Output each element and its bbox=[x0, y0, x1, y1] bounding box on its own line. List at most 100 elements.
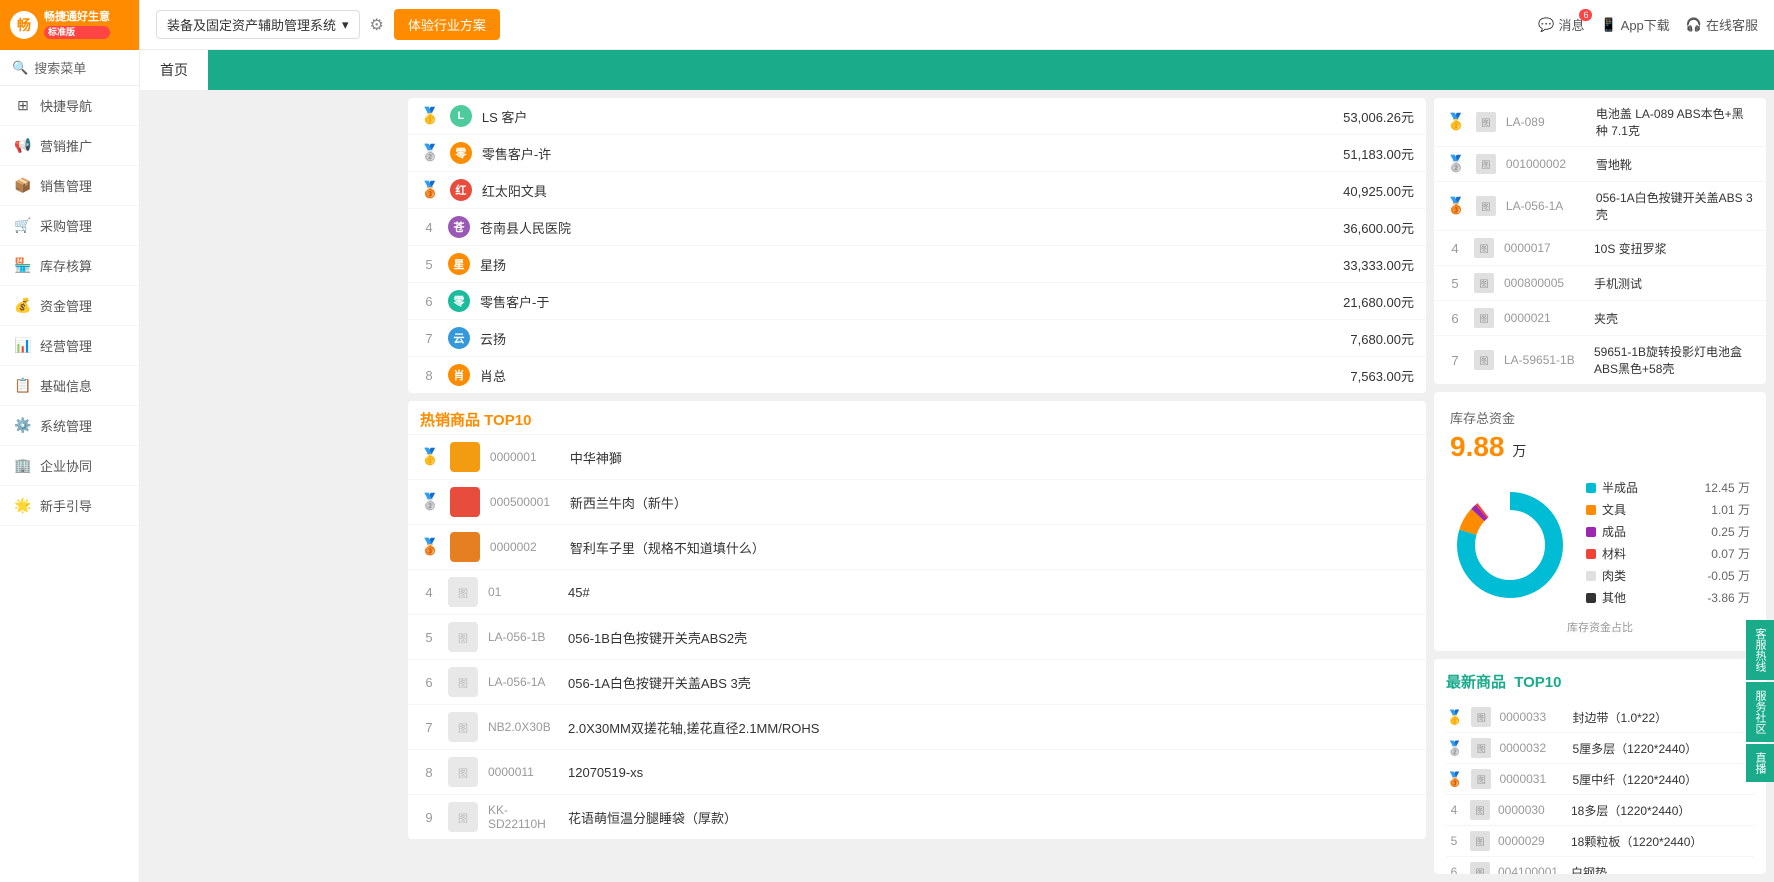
latest-product-row: 🥈图00000325厘多层（1220*2440） bbox=[1446, 733, 1754, 764]
product-name: 新西兰牛肉（新牛） bbox=[570, 493, 1414, 512]
sidebar-item-basic-info[interactable]: 📋 基础信息 bbox=[0, 366, 139, 406]
latest-products-card: 最新商品 TOP10 🥇图0000033封边带（1.0*22）🥈图0000032… bbox=[1434, 659, 1766, 874]
sales-ranking-card: 🥇LLS 客户53,006.26元🥈零零售客户-许51,183.00元🥉红红太阳… bbox=[408, 98, 1426, 393]
latest-product-code: 0000031 bbox=[1499, 772, 1564, 786]
sidebar-label-new-guide: 新手引导 bbox=[40, 496, 92, 515]
app-download-btn[interactable]: 📱 App下载 bbox=[1600, 15, 1669, 34]
latest-product-icon: 图 bbox=[1471, 769, 1491, 789]
latest-product-row: 5图000002918颗粒板（1220*2440） bbox=[1446, 826, 1754, 857]
online-service-btn[interactable]: 🎧 在线客服 bbox=[1686, 15, 1758, 34]
legend-color bbox=[1586, 571, 1596, 581]
rank-number: 4 bbox=[420, 220, 438, 235]
sidebar-item-operation[interactable]: 📊经营管理 bbox=[0, 326, 139, 366]
latest-product-name: 18颗粒板（1220*2440） bbox=[1571, 833, 1754, 850]
hot-product-right-row: 4图000001710S 变扭罗浆 bbox=[1434, 231, 1766, 266]
rank-number: 6 bbox=[420, 294, 438, 309]
lp-medal-2: 🥈 bbox=[1446, 740, 1463, 757]
latest-product-name: 18多层（1220*2440） bbox=[1571, 802, 1754, 819]
hot-rank-number: 8 bbox=[420, 765, 438, 780]
sidebar-item-new-guide[interactable]: 🌟新手引导 bbox=[0, 486, 139, 526]
rank-customer-name: 肖总 bbox=[480, 366, 1340, 385]
sidebar-item-sys-manage[interactable]: ⚙️系统管理 bbox=[0, 406, 139, 446]
latest-product-code: 004100001 bbox=[1498, 865, 1563, 874]
rank-customer-value: 7,680.00元 bbox=[1350, 329, 1414, 348]
product-code: 01 bbox=[488, 585, 558, 599]
sidebar-icon-purchase: 🛒 bbox=[14, 217, 32, 235]
legend-color bbox=[1586, 549, 1596, 559]
product-code: 000500001 bbox=[490, 495, 560, 509]
hot-rank-number: 9 bbox=[420, 810, 438, 825]
product-thumbnail: 图 bbox=[448, 577, 478, 607]
product-thumbnail: 图 bbox=[448, 622, 478, 652]
message-btn[interactable]: 💬 消息 6 bbox=[1538, 15, 1584, 34]
hr-product-code: LA-59651-1B bbox=[1504, 353, 1584, 367]
search-icon: 🔍 bbox=[12, 60, 28, 76]
product-code: LA-056-1B bbox=[488, 630, 558, 644]
notification-badge: 6 bbox=[1579, 9, 1592, 21]
product-name: 056-1B白色按键开关壳ABS2壳 bbox=[568, 628, 1414, 647]
sidebar-item-quick-nav[interactable]: ⊞快捷导航 bbox=[0, 86, 139, 126]
rank-customer-name: 零售客户-许 bbox=[482, 144, 1333, 163]
search-menu-label: 搜索菜单 bbox=[34, 58, 86, 77]
float-btn-客服热线[interactable]: 客服热线 bbox=[1746, 620, 1774, 680]
legend-label: 成品 bbox=[1602, 523, 1705, 540]
hr-product-code: 0000021 bbox=[1504, 311, 1584, 325]
legend-value: 1.01 万 bbox=[1711, 501, 1750, 518]
sidebar-label-marketing: 营销推广 bbox=[40, 136, 92, 155]
sidebar-label-purchase: 采购管理 bbox=[40, 216, 92, 235]
headset-icon: 🎧 bbox=[1686, 17, 1702, 33]
latest-product-icon: 图 bbox=[1470, 800, 1490, 820]
hr-product-code: 001000002 bbox=[1506, 157, 1586, 171]
product-thumbnail bbox=[450, 487, 480, 517]
sidebar-item-enterprise[interactable]: 🏢企业协同 bbox=[0, 446, 139, 486]
main-content: 装备及固定资产辅助管理系统 ▾ ⚙ 体验行业方案 💬 消息 6 📱 App下载 … bbox=[140, 0, 1774, 882]
trial-button[interactable]: 体验行业方案 bbox=[394, 9, 500, 40]
app-name: 畅捷通好生意 bbox=[44, 11, 110, 24]
hr-product-code: 0000017 bbox=[1504, 241, 1584, 255]
rank-customer-value: 21,680.00元 bbox=[1343, 292, 1414, 311]
product-icon: 图 bbox=[1474, 350, 1494, 370]
rank-badge: L bbox=[450, 105, 472, 127]
product-name: 花语萌恒温分腿睡袋（厚款） bbox=[568, 808, 1414, 827]
float-btn-直播[interactable]: 直播 bbox=[1746, 744, 1774, 782]
rank-badge: 红 bbox=[450, 179, 472, 201]
sidebar-icon-inventory: 🏪 bbox=[14, 257, 32, 275]
legend-item: 材料0.07 万 bbox=[1586, 545, 1750, 562]
sidebar-item-inventory[interactable]: 🏪库存核算 bbox=[0, 246, 139, 286]
lp-rank-number: 4 bbox=[1446, 803, 1462, 817]
sidebar-item-finance[interactable]: 💰资金管理 bbox=[0, 286, 139, 326]
rank-badge: 零 bbox=[450, 142, 472, 164]
tab-home[interactable]: 首页 bbox=[140, 50, 208, 90]
rank-customer-value: 51,183.00元 bbox=[1343, 144, 1414, 163]
latest-product-code: 0000030 bbox=[1498, 803, 1563, 817]
sidebar-item-marketing[interactable]: 📢营销推广 bbox=[0, 126, 139, 166]
sidebar-icon-basic-info: 📋 bbox=[14, 377, 32, 395]
product-thumbnail: 图 bbox=[448, 712, 478, 742]
latest-product-icon: 图 bbox=[1471, 738, 1491, 758]
hr-product-name: 手机测试 bbox=[1594, 275, 1754, 292]
latest-product-icon: 图 bbox=[1470, 862, 1490, 874]
sidebar-icon-quick-nav: ⊞ bbox=[14, 97, 32, 115]
hr-rank-number: 6 bbox=[1446, 311, 1464, 326]
system-selector[interactable]: 装备及固定资产辅助管理系统 ▾ bbox=[156, 10, 360, 39]
hr-medal-3: 🥉 bbox=[1446, 196, 1466, 216]
lp-medal-1: 🥇 bbox=[1446, 709, 1463, 726]
product-name: 2.0X30MM双搓花轴,搓花直径2.1MM/ROHS bbox=[568, 718, 1414, 737]
sidebar-label-finance: 资金管理 bbox=[40, 296, 92, 315]
sales-ranking-row: 5星星扬33,333.00元 bbox=[408, 246, 1426, 283]
hot-product-right-row: 🥉图LA-056-1A056-1A白色按键开关盖ABS 3壳 bbox=[1434, 182, 1766, 231]
rank-customer-value: 40,925.00元 bbox=[1343, 181, 1414, 200]
latest-product-icon: 图 bbox=[1470, 831, 1490, 851]
app-logo: 畅 畅捷通好生意 标准版 bbox=[0, 0, 139, 50]
sidebar-item-purchase[interactable]: 🛒 采购管理 bbox=[0, 206, 139, 246]
sidebar-item-sales[interactable]: 📦销售管理 bbox=[0, 166, 139, 206]
rank-medal-1: 🥇 bbox=[420, 106, 440, 126]
settings-icon[interactable]: ⚙ bbox=[370, 15, 384, 35]
hot-product-row: 🥇0000001中华神獅 bbox=[408, 435, 1426, 480]
sidebar-icon-operation: 📊 bbox=[14, 337, 32, 355]
float-btn-服务社区[interactable]: 服务社区 bbox=[1746, 682, 1774, 742]
sidebar-label-basic-info: 基础信息 bbox=[40, 376, 92, 395]
search-menu[interactable]: 🔍 搜索菜单 bbox=[0, 50, 139, 86]
legend-value: -3.86 万 bbox=[1707, 589, 1750, 606]
rank-medal-2: 🥈 bbox=[420, 143, 440, 163]
